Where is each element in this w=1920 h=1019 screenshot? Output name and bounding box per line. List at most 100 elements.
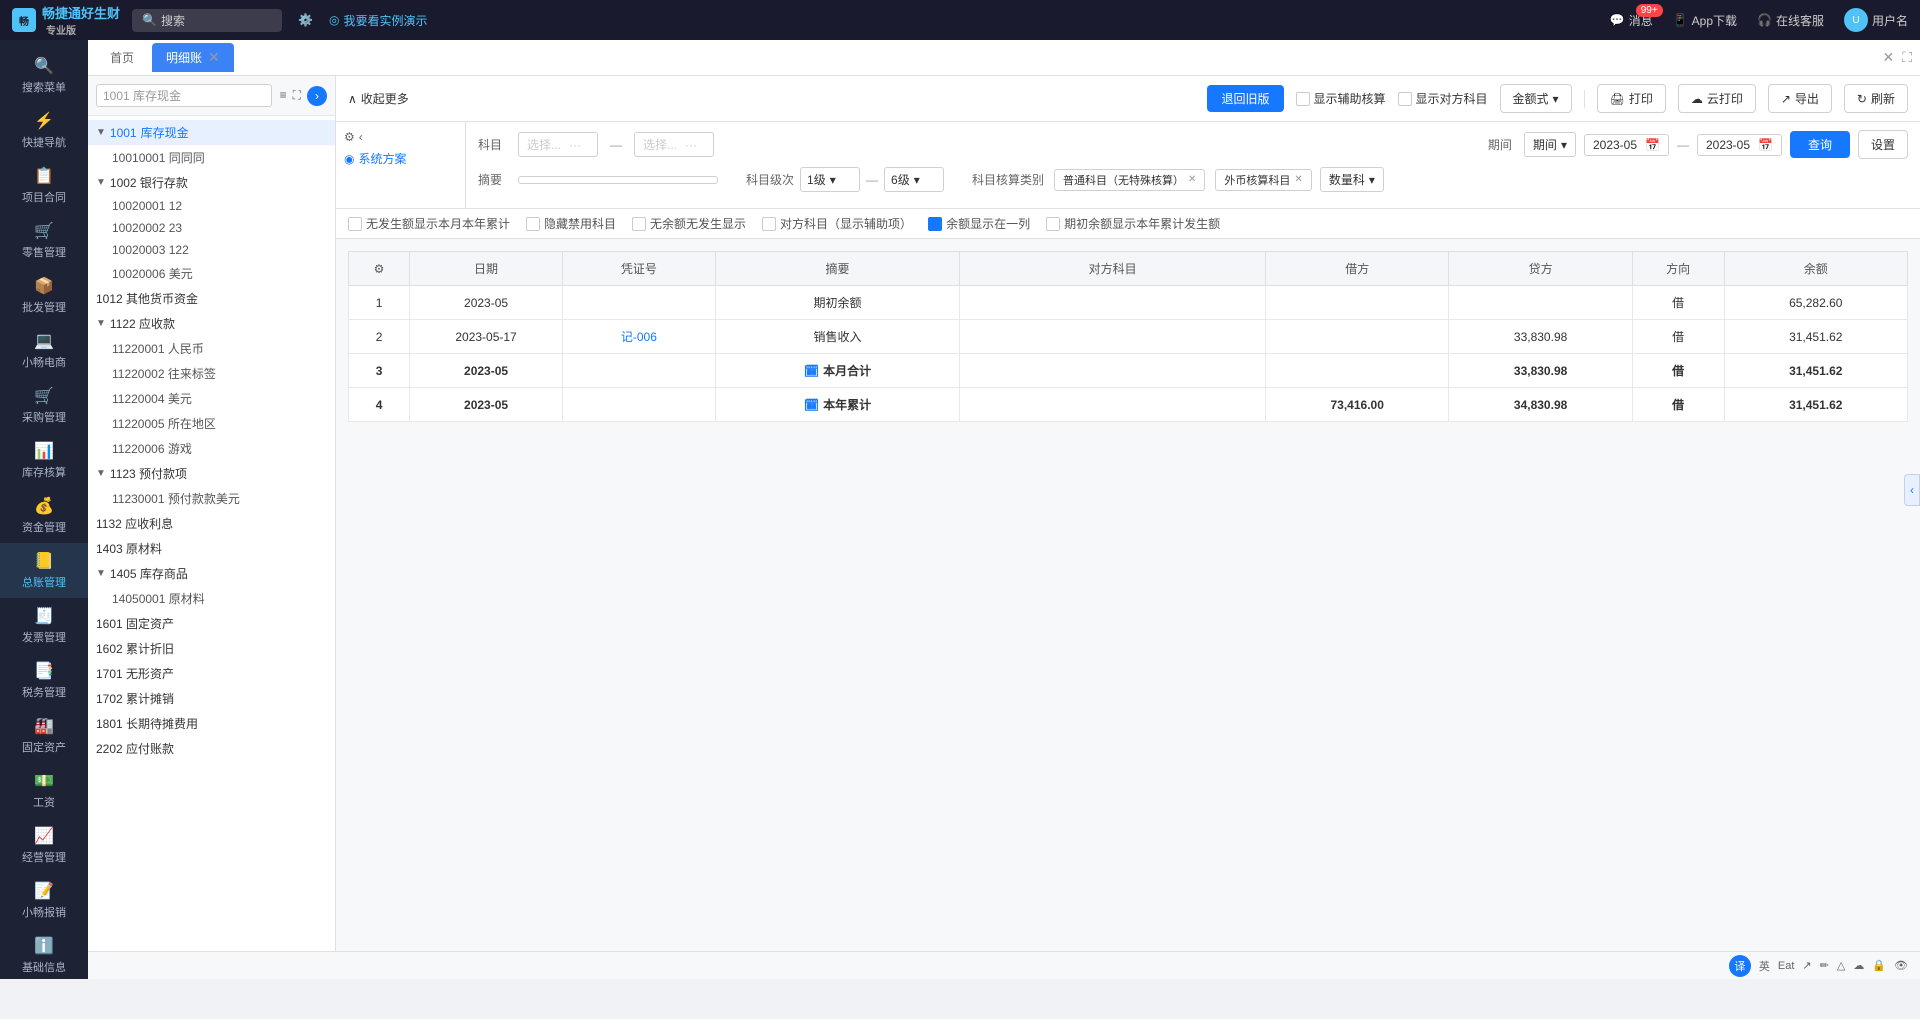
- opt-balance-col-cb[interactable]: [928, 217, 942, 231]
- account-list-icon[interactable]: ≡: [280, 88, 287, 103]
- opt-hide-disabled[interactable]: 隐藏禁用科目: [526, 215, 616, 232]
- account-item-10020003[interactable]: 10020003 122: [88, 239, 335, 261]
- amount-format-button[interactable]: 金额式 ▾: [1500, 84, 1572, 113]
- cloud-print-button[interactable]: ☁ 云打印: [1678, 84, 1756, 113]
- account-item-10010001[interactable]: 10010001 同同同: [88, 145, 335, 170]
- sidebar-item-basic[interactable]: ℹ️ 基础信息: [0, 928, 88, 979]
- opt-counter-subject[interactable]: 对方科目（显示辅助项）: [762, 215, 912, 232]
- sidebar-item-retail[interactable]: 🛒 零售管理: [0, 213, 88, 268]
- filter-collapse-icon[interactable]: ‹: [359, 130, 363, 144]
- amount-cat-select[interactable]: 数量科 ▾: [1320, 167, 1384, 192]
- right-collapse-button[interactable]: ‹: [1904, 474, 1920, 506]
- sidebar-item-invoice[interactable]: 🧾 发票管理: [0, 598, 88, 653]
- sidebar-item-assets[interactable]: 🏭 固定资产: [0, 708, 88, 763]
- opt-hide-disabled-cb[interactable]: [526, 217, 540, 231]
- period-start-input[interactable]: 2023-05 📅: [1584, 134, 1669, 156]
- tab-expand-button[interactable]: ✕ ⛶: [1882, 49, 1912, 66]
- sidebar-item-expense[interactable]: 📝 小畅报销: [0, 873, 88, 928]
- collapse-filter-btn[interactable]: ∧ 收起更多: [348, 90, 409, 107]
- account-item-1122[interactable]: ▼ 1122 应收款: [88, 311, 335, 336]
- tab-ledger[interactable]: 明细账 ✕: [152, 43, 234, 72]
- account-nav-icon[interactable]: ›: [307, 86, 327, 106]
- message-button[interactable]: 💬 消息 99+: [1610, 12, 1653, 29]
- period-end-input[interactable]: 2023-05 📅: [1697, 134, 1782, 156]
- account-item-11220005[interactable]: 11220005 所在地区: [88, 411, 335, 436]
- cat-foreign-close[interactable]: ✕: [1294, 174, 1302, 185]
- account-item-10020002[interactable]: 10020002 23: [88, 217, 335, 239]
- return-old-version-button[interactable]: 退回旧版: [1207, 85, 1283, 112]
- account-item-14050001[interactable]: 14050001 原材料: [88, 586, 335, 611]
- level-from-select[interactable]: 1级 ▾: [800, 167, 860, 192]
- summary-input[interactable]: [518, 176, 718, 184]
- sidebar-item-finance[interactable]: 💰 资金管理: [0, 488, 88, 543]
- settings-button[interactable]: 设置: [1858, 130, 1908, 159]
- sidebar-item-ledger[interactable]: 📒 总账管理: [0, 543, 88, 598]
- sidebar-item-tax[interactable]: 📑 税务管理: [0, 653, 88, 708]
- app-download-button[interactable]: 📱 App下载: [1673, 12, 1737, 29]
- account-item-1801[interactable]: 1801 长期待摊费用: [88, 711, 335, 736]
- online-service-button[interactable]: 🎧 在线客服: [1757, 12, 1824, 29]
- top-search-box[interactable]: 🔍 搜索: [132, 9, 282, 32]
- opt-counter-subject-cb[interactable]: [762, 217, 776, 231]
- account-item-1012[interactable]: 1012 其他货币资金: [88, 286, 335, 311]
- translate-button[interactable]: 译: [1729, 955, 1751, 977]
- opt-balance-col[interactable]: 余额显示在一列: [928, 215, 1030, 232]
- sidebar-item-ecommerce[interactable]: 💻 小畅电商: [0, 323, 88, 378]
- account-search-input[interactable]: 1001 库存现金: [96, 84, 272, 107]
- opt-no-balance[interactable]: 无余额无发生显示: [632, 215, 746, 232]
- account-item-11220006[interactable]: 11220006 游戏: [88, 436, 335, 461]
- cat-tag-normal[interactable]: 普通科目（无特殊核算） ✕: [1054, 169, 1205, 191]
- subject-end-input[interactable]: 选择... ···: [634, 132, 714, 157]
- filter-settings-icon[interactable]: ⚙: [344, 130, 355, 144]
- sidebar-item-inventory[interactable]: 📊 库存核算: [0, 433, 88, 488]
- settings-icon[interactable]: ⚙️: [298, 13, 313, 27]
- account-item-11220002[interactable]: 11220002 往来标签: [88, 361, 335, 386]
- export-button[interactable]: ↗ 导出: [1768, 84, 1832, 113]
- row-2-voucher[interactable]: 记-006: [562, 320, 715, 354]
- account-item-1002[interactable]: ▼ 1002 银行存款: [88, 170, 335, 195]
- voucher-link[interactable]: 记-006: [621, 330, 657, 344]
- sidebar-item-purchase[interactable]: 🛒 采购管理: [0, 378, 88, 433]
- level-to-select[interactable]: 6级 ▾: [884, 167, 944, 192]
- account-item-10020006[interactable]: 10020006 美元: [88, 261, 335, 286]
- opt-no-amount-cb[interactable]: [348, 217, 362, 231]
- sidebar-item-search-menu[interactable]: 🔍 搜索菜单: [0, 48, 88, 103]
- account-item-2202[interactable]: 2202 应付账款: [88, 736, 335, 761]
- cat-normal-close[interactable]: ✕: [1188, 174, 1196, 185]
- opt-year-balance-cb[interactable]: [1046, 217, 1060, 231]
- account-item-11230001[interactable]: 11230001 预付款款美元: [88, 486, 335, 511]
- sidebar-item-business[interactable]: 📈 经营管理: [0, 818, 88, 873]
- refresh-button[interactable]: ↻ 刷新: [1844, 84, 1908, 113]
- account-item-1702[interactable]: 1702 累计摊销: [88, 686, 335, 711]
- account-item-1132[interactable]: 1132 应收利息: [88, 511, 335, 536]
- sidebar-item-project[interactable]: 📋 项目合同: [0, 158, 88, 213]
- demo-button[interactable]: ◎ 我要看实例演示: [329, 12, 428, 29]
- opt-no-amount[interactable]: 无发生额显示本月本年累计: [348, 215, 510, 232]
- scheme-button[interactable]: ◉ 系统方案: [344, 150, 457, 167]
- account-item-1602[interactable]: 1602 累计折旧: [88, 636, 335, 661]
- account-item-1001[interactable]: ▼ 1001 库存现金: [88, 120, 335, 145]
- show-aux-cb[interactable]: [1296, 92, 1310, 106]
- opt-year-balance[interactable]: 期初余额显示本年累计发生额: [1046, 215, 1220, 232]
- account-item-1403[interactable]: 1403 原材料: [88, 536, 335, 561]
- account-item-1601[interactable]: 1601 固定资产: [88, 611, 335, 636]
- account-item-11220004[interactable]: 11220004 美元: [88, 386, 335, 411]
- account-item-10020001[interactable]: 10020001 12: [88, 195, 335, 217]
- user-profile[interactable]: U 用户名: [1844, 8, 1908, 32]
- account-item-1701[interactable]: 1701 无形资产: [88, 661, 335, 686]
- subject-input[interactable]: 选择... ···: [518, 132, 598, 157]
- account-expand-icon[interactable]: ⛶: [293, 88, 301, 103]
- print-button[interactable]: 🖨 打印: [1597, 84, 1666, 113]
- cat-tag-foreign[interactable]: 外币核算科目 ✕: [1215, 169, 1311, 191]
- tab-home[interactable]: 首页: [96, 43, 148, 72]
- opt-no-balance-cb[interactable]: [632, 217, 646, 231]
- account-item-1123[interactable]: ▼ 1123 预付款项: [88, 461, 335, 486]
- sidebar-item-quick-nav[interactable]: ⚡ 快捷导航: [0, 103, 88, 158]
- sidebar-item-wholesale[interactable]: 📦 批发管理: [0, 268, 88, 323]
- sidebar-item-salary[interactable]: 💵 工资: [0, 763, 88, 818]
- account-item-1405[interactable]: ▼ 1405 库存商品: [88, 561, 335, 586]
- account-item-11220001[interactable]: 11220001 人民币: [88, 336, 335, 361]
- show-counter-cb[interactable]: [1398, 92, 1412, 106]
- period-type-select[interactable]: 期间 ▾: [1524, 132, 1576, 157]
- tab-close-button[interactable]: ✕: [208, 49, 220, 66]
